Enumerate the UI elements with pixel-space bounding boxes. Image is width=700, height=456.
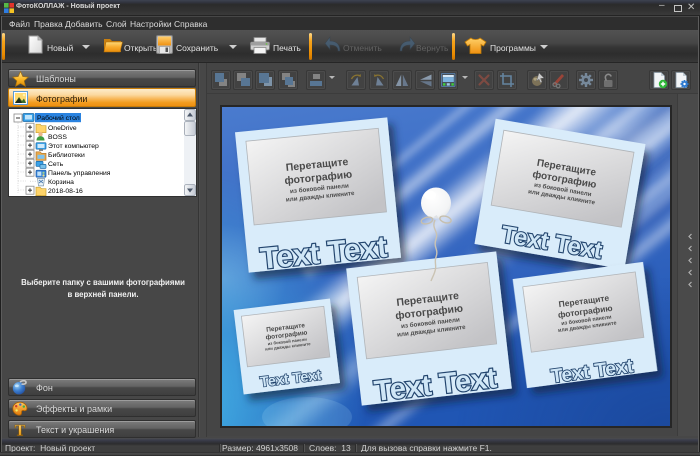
svg-text:OneDrive: OneDrive bbox=[48, 125, 77, 132]
svg-text:2018-08-16: 2018-08-16 bbox=[48, 188, 83, 195]
svg-text:Библиотеки: Библиотеки bbox=[48, 151, 85, 159]
svg-text:Сеть: Сеть bbox=[48, 161, 64, 168]
svg-text:Рабочий стол: Рабочий стол bbox=[37, 114, 80, 122]
svg-text:Корзина: Корзина bbox=[48, 179, 74, 186]
svg-text:Этот компьютер: Этот компьютер bbox=[48, 143, 99, 150]
svg-text:Панель управления: Панель управления bbox=[48, 170, 111, 177]
svg-text:T: T bbox=[15, 423, 26, 439]
svg-text:BOSS: BOSS bbox=[48, 134, 67, 141]
